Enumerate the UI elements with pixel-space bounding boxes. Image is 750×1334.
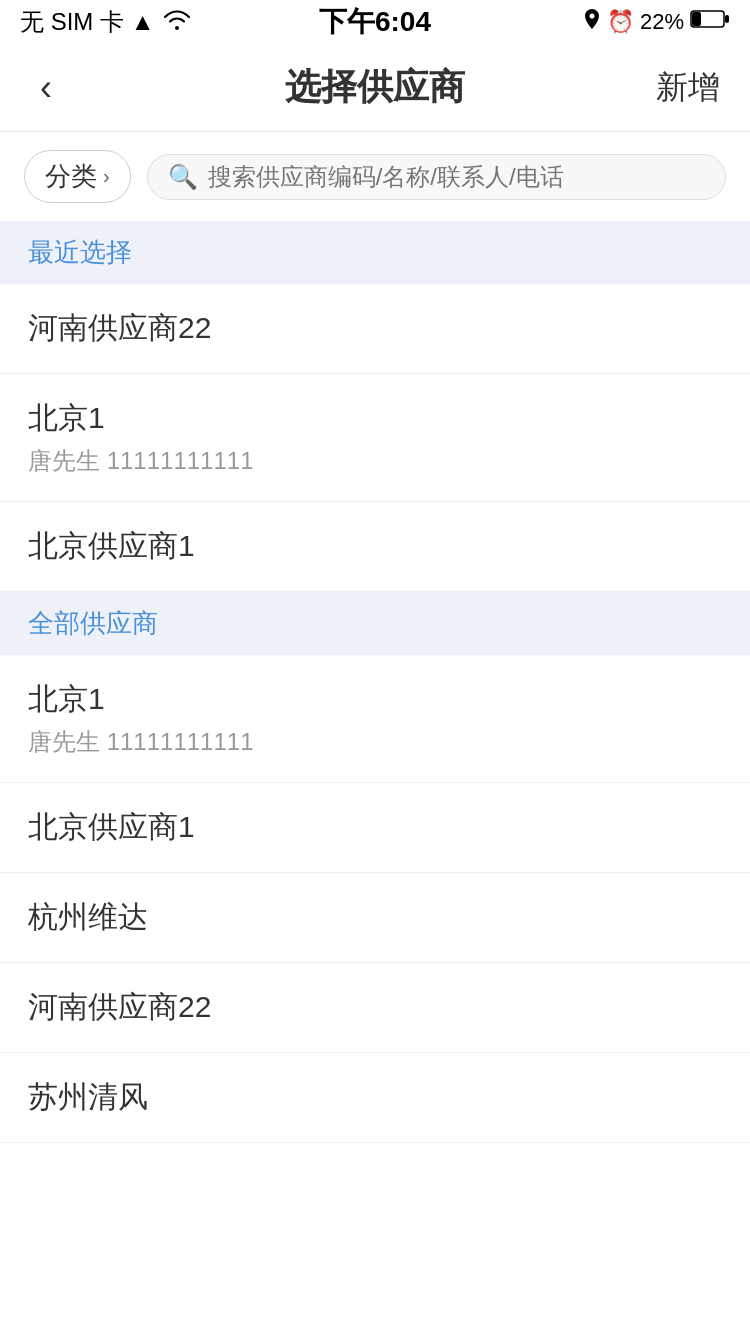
list-item[interactable]: 北京1 唐先生 11111111111	[0, 374, 750, 502]
category-filter-button[interactable]: 分类 ›	[24, 150, 131, 203]
list-item[interactable]: 北京1 唐先生 11111111111	[0, 655, 750, 783]
status-bar: 无 SIM 卡 ▲ 下午6:04 ⏰ 22%	[0, 0, 750, 44]
recent-section-header: 最近选择	[0, 221, 750, 284]
list-item[interactable]: 苏州清风	[0, 1053, 750, 1143]
search-box: 🔍	[147, 154, 726, 200]
item-sub: 唐先生 11111111111	[28, 445, 722, 477]
status-left: 无 SIM 卡 ▲	[20, 6, 192, 38]
back-button[interactable]: ‹	[30, 57, 62, 119]
svg-rect-1	[692, 12, 701, 26]
filter-bar: 分类 › 🔍	[0, 132, 750, 221]
item-name: 杭州维达	[28, 897, 722, 938]
item-name: 北京1	[28, 679, 722, 720]
item-name: 北京供应商1	[28, 807, 722, 848]
nav-bar: ‹ 选择供应商 新增	[0, 44, 750, 132]
list-item[interactable]: 河南供应商22	[0, 284, 750, 374]
category-label: 分类	[45, 159, 97, 194]
item-name: 苏州清风	[28, 1077, 722, 1118]
location-icon	[583, 8, 601, 36]
item-name: 河南供应商22	[28, 308, 722, 349]
alarm-icon: ⏰	[607, 9, 634, 35]
list-item[interactable]: 河南供应商22	[0, 963, 750, 1053]
chevron-right-icon: ›	[103, 165, 110, 188]
item-name: 北京供应商1	[28, 526, 722, 567]
wifi-icon	[162, 8, 192, 36]
status-right: ⏰ 22%	[583, 8, 730, 36]
recent-section-label: 最近选择	[28, 237, 132, 267]
all-section-header: 全部供应商	[0, 592, 750, 655]
all-items-list: 北京1 唐先生 11111111111 北京供应商1 杭州维达河南供应商22 苏州清风	[0, 655, 750, 1143]
svg-rect-2	[725, 15, 729, 23]
list-item[interactable]: 北京供应商1	[0, 502, 750, 592]
search-icon: 🔍	[168, 163, 198, 191]
search-input[interactable]	[208, 163, 705, 191]
add-button[interactable]: 新增	[656, 66, 720, 110]
item-name: 北京1	[28, 398, 722, 439]
item-sub: 唐先生 11111111111	[28, 726, 722, 758]
list-item[interactable]: 北京供应商1	[0, 783, 750, 873]
status-time: 下午6:04	[319, 3, 431, 41]
recent-items-list: 河南供应商22 北京1 唐先生 11111111111 北京供应商1	[0, 284, 750, 592]
list-item[interactable]: 杭州维达	[0, 873, 750, 963]
page-title: 选择供应商	[285, 63, 465, 112]
item-name: 河南供应商22	[28, 987, 722, 1028]
all-section-label: 全部供应商	[28, 608, 158, 638]
battery-label: 22%	[640, 9, 684, 35]
battery-icon	[690, 9, 730, 35]
no-sim-label: 无 SIM 卡 ▲	[20, 6, 154, 38]
